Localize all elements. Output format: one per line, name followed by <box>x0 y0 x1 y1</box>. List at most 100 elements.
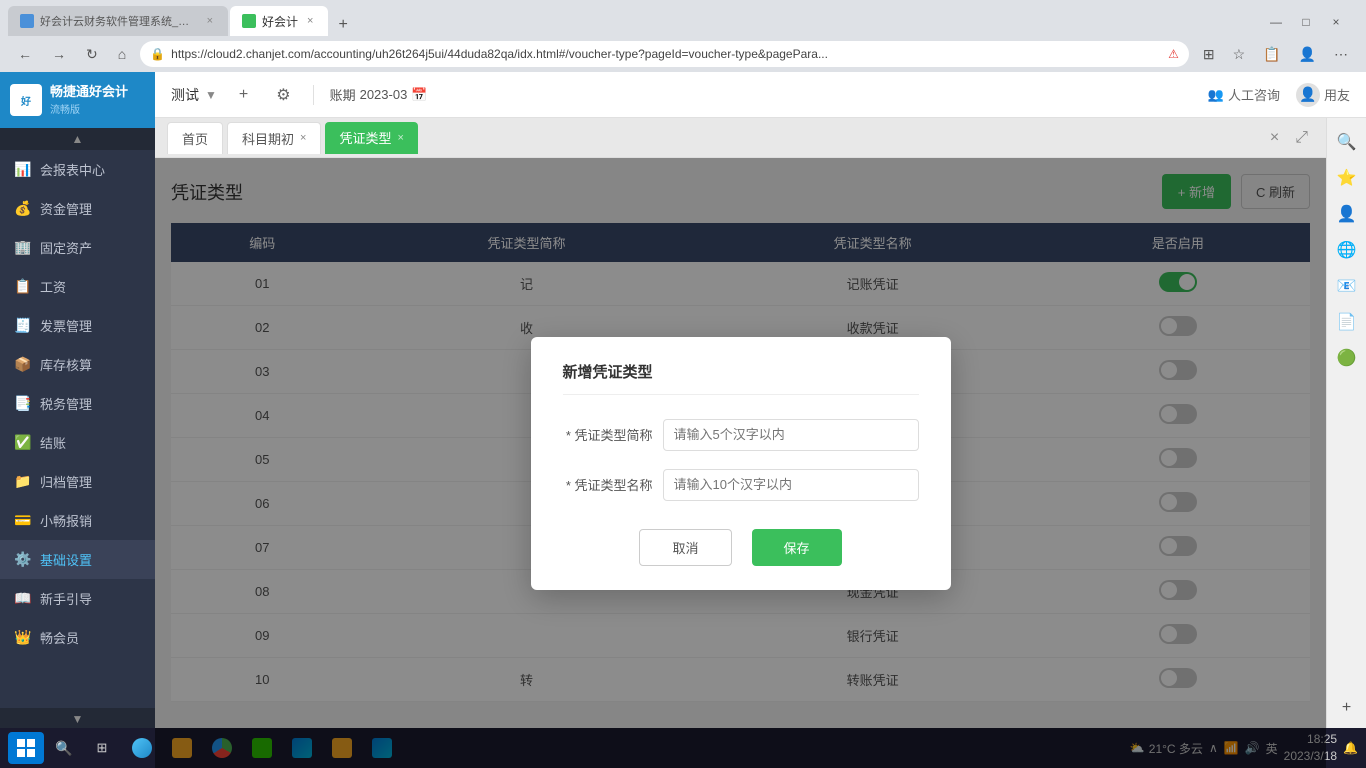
logo-text-area: 畅捷通好会计 流畅版 <box>50 84 128 116</box>
right-user-icon[interactable]: 👤 <box>1331 198 1363 230</box>
main-area: 测试 ▼ + ⚙ 账期 2023-03 📅 👥 人工咨询 👤 用友 <box>155 72 1366 768</box>
add-workspace-button[interactable]: + <box>233 82 254 108</box>
sidebar-scroll-down[interactable]: ▼ <box>0 708 155 730</box>
sidebar-label-membership: 畅会员 <box>40 628 79 647</box>
right-globe-icon[interactable]: 🌐 <box>1331 234 1363 266</box>
guide-icon: 📖 <box>14 590 32 608</box>
sidebar-item-expense[interactable]: 💳 小畅报销 <box>0 501 155 540</box>
tab-nav-close-icon[interactable]: × <box>1264 129 1285 147</box>
cancel-button[interactable]: 取消 <box>639 529 731 566</box>
tab-voucher-type-close[interactable]: × <box>397 132 403 144</box>
browser-tab-1[interactable]: 好会计云财务软件管理系统_会计 × <box>8 6 228 36</box>
tab-favicon-1 <box>20 14 34 28</box>
short-name-input[interactable] <box>663 419 919 451</box>
tab-close-2[interactable]: × <box>304 14 316 28</box>
sidebar-item-archive[interactable]: 📁 归档管理 <box>0 462 155 501</box>
window-maximize-button[interactable]: □ <box>1292 8 1320 36</box>
window-close-button[interactable]: × <box>1322 8 1350 36</box>
right-mail-icon[interactable]: 📧 <box>1331 270 1363 302</box>
sidebar-item-invoice[interactable]: 🧾 发票管理 <box>0 306 155 345</box>
sidebar-label-capital: 资金管理 <box>40 199 92 218</box>
tab-voucher-type[interactable]: 凭证类型 × <box>325 122 417 154</box>
more-button[interactable]: ⋯ <box>1328 42 1354 67</box>
logo-sub: 流畅版 <box>50 101 128 116</box>
tab-voucher-type-label: 凭证类型 <box>339 128 391 147</box>
sidebar-label-inventory: 库存核算 <box>40 355 92 374</box>
full-name-input[interactable] <box>663 469 919 501</box>
consult-label: 人工咨询 <box>1228 85 1280 104</box>
sidebar-item-tax[interactable]: 📑 税务管理 <box>0 384 155 423</box>
save-button[interactable]: 保存 <box>752 529 842 566</box>
sidebar-label-tax: 税务管理 <box>40 394 92 413</box>
sidebar-label-checkout: 结账 <box>40 433 66 452</box>
forward-button[interactable]: → <box>46 42 72 66</box>
sidebar-label-guide: 新手引导 <box>40 589 92 608</box>
tab-subject-period[interactable]: 科目期初 × <box>227 122 321 154</box>
fixed-assets-icon: 🏢 <box>14 239 32 257</box>
tab-subject-period-close[interactable]: × <box>300 132 306 144</box>
url-text: https://cloud2.chanjet.com/accounting/uh… <box>171 47 1162 61</box>
right-docs-icon[interactable]: 📄 <box>1331 306 1363 338</box>
tab-label-2: 好会计 <box>262 13 298 30</box>
taskbar-search-icon[interactable]: 🔍 <box>48 732 80 764</box>
tab-home[interactable]: 首页 <box>167 122 223 154</box>
sidebar-scroll-up[interactable]: ▲ <box>0 128 155 150</box>
tab-nav-expand-icon[interactable]: ⤢ <box>1289 129 1314 147</box>
header-divider <box>313 85 314 105</box>
header-settings-button[interactable]: ⚙ <box>270 81 296 109</box>
sidebar-item-capital[interactable]: 💰 资金管理 <box>0 189 155 228</box>
right-apps-icon[interactable]: 🟢 <box>1331 342 1363 374</box>
workspace-name: 测试 <box>171 85 199 105</box>
profile-button[interactable]: 👤 <box>1293 42 1322 67</box>
url-warning-icon: ⚠ <box>1168 47 1179 61</box>
consult-button[interactable]: 👥 人工咨询 <box>1208 85 1280 104</box>
short-name-row: * 凭证类型简称 <box>563 419 919 451</box>
taskbar-task-view[interactable]: ⊞ <box>84 732 120 764</box>
sidebar-label-reports: 会报表中心 <box>40 160 105 179</box>
sidebar-item-reports[interactable]: 📊 会报表中心 <box>0 150 155 189</box>
start-button[interactable] <box>8 732 44 764</box>
full-name-row: * 凭证类型名称 <box>563 469 919 501</box>
workspace-selector[interactable]: 测试 ▼ <box>171 85 217 105</box>
right-star-icon[interactable]: ⭐ <box>1331 162 1363 194</box>
sidebar-label-settings: 基础设置 <box>40 550 92 569</box>
favorites-button[interactable]: ☆ <box>1227 42 1252 67</box>
sidebar-item-guide[interactable]: 📖 新手引导 <box>0 579 155 618</box>
sidebar-item-inventory[interactable]: 📦 库存核算 <box>0 345 155 384</box>
capital-icon: 💰 <box>14 200 32 218</box>
back-button[interactable]: ← <box>12 42 38 66</box>
address-bar[interactable]: 🔒 https://cloud2.chanjet.com/accounting/… <box>140 41 1189 67</box>
modal-title: 新增凭证类型 <box>563 361 919 395</box>
new-tab-button[interactable]: + <box>330 14 355 36</box>
extensions-button[interactable]: ⊞ <box>1197 42 1221 67</box>
inventory-icon: 📦 <box>14 356 32 374</box>
payroll-icon: 📋 <box>14 278 32 296</box>
collections-button[interactable]: 📋 <box>1257 42 1286 67</box>
calendar-icon[interactable]: 📅 <box>411 87 427 103</box>
sidebar-label-fixed-assets: 固定资产 <box>40 238 92 257</box>
sidebar-label-archive: 归档管理 <box>40 472 92 491</box>
sidebar-label-invoice: 发票管理 <box>40 316 92 335</box>
period-value: 2023-03 <box>360 87 408 102</box>
reports-icon: 📊 <box>14 161 32 179</box>
browser-tab-2[interactable]: 好会计 × <box>230 6 328 36</box>
logo-icon: 好 <box>10 84 42 116</box>
sidebar-item-checkout[interactable]: ✅ 结账 <box>0 423 155 462</box>
tab-close-1[interactable]: × <box>204 14 216 28</box>
sidebar-nav: 📊 会报表中心 💰 资金管理 🏢 固定资产 📋 工资 🧾 发票管理 📦 <box>0 150 155 708</box>
sidebar-logo[interactable]: 好 畅捷通好会计 流畅版 <box>0 72 155 128</box>
taskbar-notification-icon[interactable]: 🔔 <box>1343 741 1358 755</box>
sidebar-item-payroll[interactable]: 📋 工资 <box>0 267 155 306</box>
tab-subject-period-label: 科目期初 <box>242 129 294 148</box>
expense-icon: 💳 <box>14 512 32 530</box>
right-add-icon[interactable]: + <box>1331 692 1363 724</box>
home-button[interactable]: ⌂ <box>112 42 132 66</box>
sidebar-item-membership[interactable]: 👑 畅会员 <box>0 618 155 657</box>
window-minimize-button[interactable]: — <box>1262 8 1290 36</box>
sidebar-item-settings[interactable]: ⚙️ 基础设置 <box>0 540 155 579</box>
full-name-label: * 凭证类型名称 <box>563 475 653 494</box>
sidebar-item-fixed-assets[interactable]: 🏢 固定资产 <box>0 228 155 267</box>
reload-button[interactable]: ↻ <box>80 42 104 67</box>
user-button[interactable]: 👤 用友 <box>1296 83 1350 107</box>
right-search-icon[interactable]: 🔍 <box>1331 126 1363 158</box>
